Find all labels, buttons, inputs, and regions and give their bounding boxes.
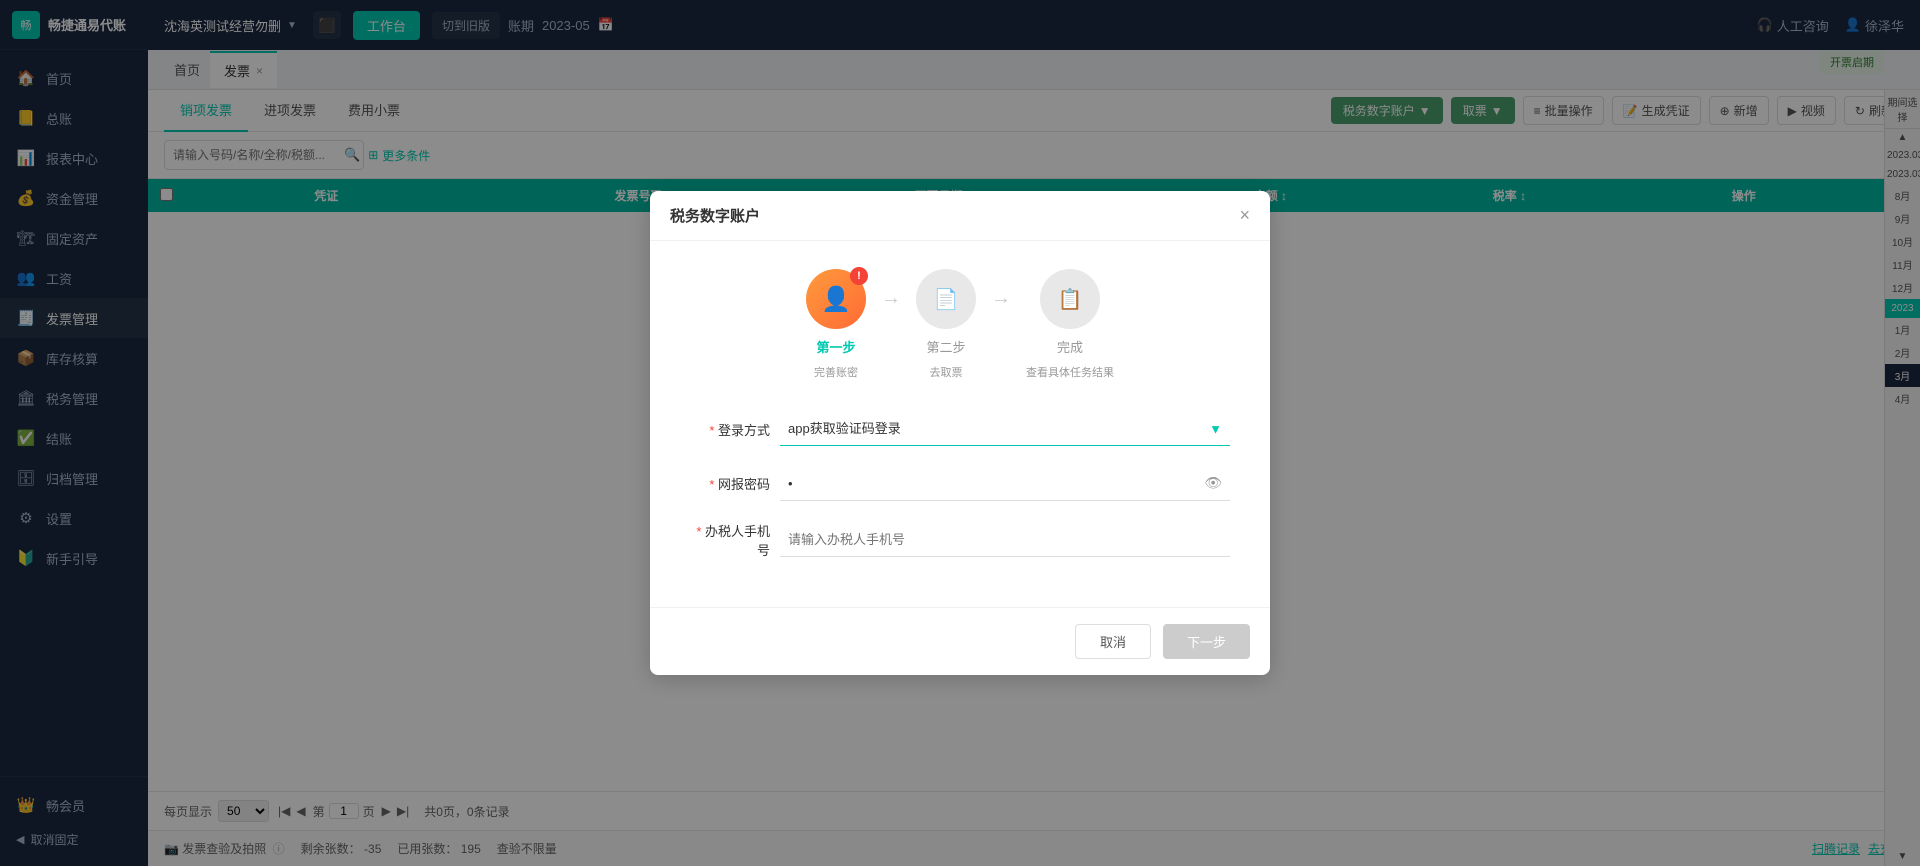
phone-input[interactable] bbox=[780, 523, 1230, 557]
step-2-desc: 去取票 bbox=[930, 364, 963, 380]
steps-container: 👤 ! 第一步 完善账密 → 📄 第二步 去取票 → bbox=[690, 269, 1230, 380]
dialog-header: 税务数字账户 × bbox=[650, 191, 1270, 241]
login-method-label: 登录方式 bbox=[690, 420, 780, 439]
form-row-password: 网报密码 👁 bbox=[690, 466, 1230, 501]
dialog-title: 税务数字账户 bbox=[670, 205, 760, 226]
step-3-label: 完成 bbox=[1057, 337, 1083, 356]
step-3: 📋 完成 查看具体任务结果 bbox=[1026, 269, 1114, 380]
dialog-body: 👤 ! 第一步 完善账密 → 📄 第二步 去取票 → bbox=[650, 241, 1270, 607]
step-1-circle: 👤 ! bbox=[806, 269, 866, 329]
tax-digital-dialog: 税务数字账户 × 👤 ! 第一步 完善账密 → bbox=[650, 191, 1270, 675]
step-2: 📄 第二步 去取票 bbox=[916, 269, 976, 380]
login-method-wrapper: app获取验证码登录 账号密码登录 ▼ bbox=[780, 412, 1230, 446]
next-button[interactable]: 下一步 bbox=[1163, 624, 1250, 659]
step-3-circle: 📋 bbox=[1040, 269, 1100, 329]
step-1: 👤 ! 第一步 完善账密 bbox=[806, 269, 866, 380]
dialog-footer: 取消 下一步 bbox=[650, 607, 1270, 675]
step-arrow-1: → bbox=[866, 287, 916, 310]
password-input[interactable] bbox=[780, 466, 1230, 500]
modal-overlay: 税务数字账户 × 👤 ! 第一步 完善账密 → bbox=[0, 0, 1920, 866]
cancel-button[interactable]: 取消 bbox=[1075, 624, 1151, 659]
step-2-icon: 📄 bbox=[934, 287, 959, 312]
step-1-error-badge: ! bbox=[850, 267, 868, 285]
step-3-desc: 查看具体任务结果 bbox=[1026, 364, 1114, 380]
dialog-close-button[interactable]: × bbox=[1239, 205, 1250, 226]
password-label: 网报密码 bbox=[690, 474, 780, 493]
password-eye-icon[interactable]: 👁 bbox=[1204, 475, 1222, 492]
step-arrow-2: → bbox=[976, 287, 1026, 310]
step-1-label: 第一步 bbox=[816, 337, 855, 356]
form-row-login-method: 登录方式 app获取验证码登录 账号密码登录 ▼ bbox=[690, 412, 1230, 446]
step-3-icon: 📋 bbox=[1058, 287, 1083, 312]
step-1-icon: 👤 bbox=[821, 285, 851, 314]
password-wrapper: 👁 bbox=[780, 466, 1230, 501]
login-method-select[interactable]: app获取验证码登录 账号密码登录 bbox=[780, 412, 1230, 446]
step-1-desc: 完善账密 bbox=[814, 364, 858, 380]
phone-label: 办税人手机号 bbox=[690, 521, 780, 559]
form-row-phone: 办税人手机号 bbox=[690, 521, 1230, 559]
step-2-circle: 📄 bbox=[916, 269, 976, 329]
step-2-label: 第二步 bbox=[926, 337, 965, 356]
